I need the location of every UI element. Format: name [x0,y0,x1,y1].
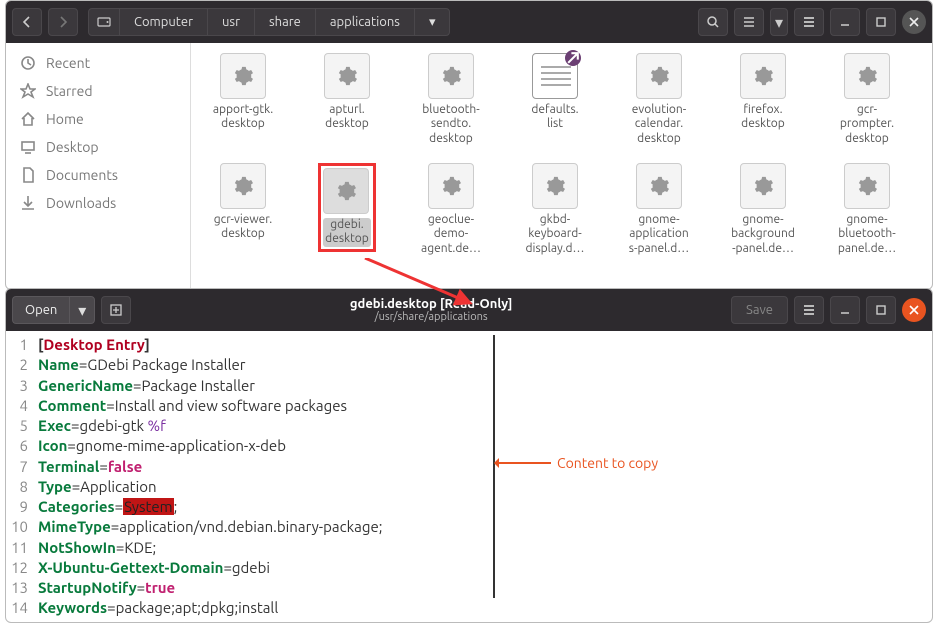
editor-title-area: gdebi.desktop [Read-Only] /usr/share/app… [137,297,725,323]
file-label: firefox. desktop [741,103,785,132]
editor-body[interactable]: 1234567891011121314 [Desktop Entry]Name=… [6,331,932,622]
maximize-button[interactable] [866,296,896,324]
gear-icon [740,53,786,99]
sidebar-label: Starred [46,83,93,99]
file-item[interactable]: gnome- background -panel.de… [711,159,815,269]
sidebar-item-starred[interactable]: Starred [6,77,190,105]
file-item[interactable]: gdebi. desktop [295,159,399,269]
gear-icon [636,53,682,99]
file-label: bluetooth- sendto. desktop [422,103,479,146]
sidebar-label: Home [46,111,84,127]
file-item[interactable]: apport-gtk. desktop [191,49,295,159]
sidebar-item-documents[interactable]: Documents [6,161,190,189]
file-label: apturl. desktop [325,103,369,132]
open-button-group: Open ▾ [12,296,95,324]
file-item[interactable]: bluetooth- sendto. desktop [399,49,503,159]
gear-icon [740,163,786,209]
search-button[interactable] [698,8,728,36]
file-label: gdebi. desktop [323,218,371,247]
file-item[interactable]: gnome- application s-panel.d… [607,159,711,269]
gear-icon [428,53,474,99]
crumb-share[interactable]: share [255,9,316,35]
file-manager-window: Computer usr share applications ▾ ▾ Rece… [5,0,933,290]
file-item[interactable]: geoclue- demo- agent.de… [399,159,503,269]
path-bar: Computer usr share applications ▾ [88,8,450,36]
close-button[interactable] [902,10,926,34]
sidebar-label: Documents [46,167,118,183]
file-label: gnome- bluetooth- panel.de… [838,213,896,256]
gear-icon [220,163,266,209]
maximize-button[interactable] [866,8,896,36]
gear-icon [636,163,682,209]
back-button[interactable] [12,8,42,36]
sidebar-label: Recent [46,55,90,71]
annotation-label: Content to copy [557,455,658,471]
code-area[interactable]: [Desktop Entry]Name=GDebi Package Instal… [34,331,932,622]
close-button[interactable] [902,298,926,322]
crumb-dropdown[interactable]: ▾ [415,9,450,35]
save-button: Save [731,296,788,324]
file-label: defaults. list [531,103,578,132]
line-gutter: 1234567891011121314 [6,331,34,622]
file-item[interactable]: defaults. list [503,49,607,159]
file-item[interactable]: firefox. desktop [711,49,815,159]
gear-icon [428,163,474,209]
file-item[interactable]: gnome- bluetooth- panel.de… [815,159,919,269]
gear-icon [324,53,370,99]
file-label: gcr- prompter. desktop [840,103,894,146]
sidebar-item-home[interactable]: Home [6,105,190,133]
file-item[interactable]: gcr- prompter. desktop [815,49,919,159]
gear-icon [844,53,890,99]
gear-icon [323,168,369,214]
file-label: gkbd- keyboard- display.d… [526,213,585,256]
hamburger-button[interactable] [794,8,824,36]
open-button[interactable]: Open [12,296,69,324]
files-grid: apport-gtk. desktop apturl. desktop blueto… [191,43,932,289]
sidebar-item-recent[interactable]: Recent [6,49,190,77]
editor-subtitle: /usr/share/applications [137,311,725,323]
file-item[interactable]: evolution- calendar. desktop [607,49,711,159]
file-label: apport-gtk. desktop [213,103,273,132]
fm-headerbar: Computer usr share applications ▾ ▾ [6,1,932,43]
disk-icon [89,9,120,35]
hamburger-button[interactable] [794,296,824,324]
view-list-button[interactable] [734,8,764,36]
open-dropdown[interactable]: ▾ [69,296,95,324]
file-label: gnome- background -panel.de… [731,213,795,256]
gear-icon [220,53,266,99]
view-dropdown[interactable]: ▾ [770,8,788,36]
gear-icon [844,163,890,209]
file-label: gcr-viewer. desktop [214,213,273,242]
editor-title: gdebi.desktop [Read-Only] [137,297,725,311]
text-editor-window: Open ▾ gdebi.desktop [Read-Only] /usr/sh… [5,288,933,623]
sidebar-label: Downloads [46,195,116,211]
gear-icon [532,163,578,209]
file-label: evolution- calendar. desktop [632,103,686,146]
file-item[interactable]: gkbd- keyboard- display.d… [503,159,607,269]
places-sidebar: Recent Starred Home Desktop Documents Do… [6,43,191,289]
sidebar-item-desktop[interactable]: Desktop [6,133,190,161]
text-file-icon [532,53,578,99]
sidebar-label: Desktop [46,139,99,155]
ed-headerbar: Open ▾ gdebi.desktop [Read-Only] /usr/sh… [6,289,932,331]
crumb-usr[interactable]: usr [208,9,255,35]
new-tab-button[interactable] [101,296,131,324]
file-item[interactable]: gcr-viewer. desktop [191,159,295,269]
sidebar-item-downloads[interactable]: Downloads [6,189,190,217]
annotation-content-to-copy: Content to copy [495,455,658,471]
symlink-badge-icon [565,50,581,66]
file-label: gnome- application s-panel.d… [629,213,689,256]
minimize-button[interactable] [830,296,860,324]
crumb-applications[interactable]: applications [316,9,415,35]
minimize-button[interactable] [830,8,860,36]
file-item[interactable]: apturl. desktop [295,49,399,159]
crumb-computer[interactable]: Computer [120,9,208,35]
file-label: geoclue- demo- agent.de… [421,213,481,256]
forward-button[interactable] [48,8,78,36]
